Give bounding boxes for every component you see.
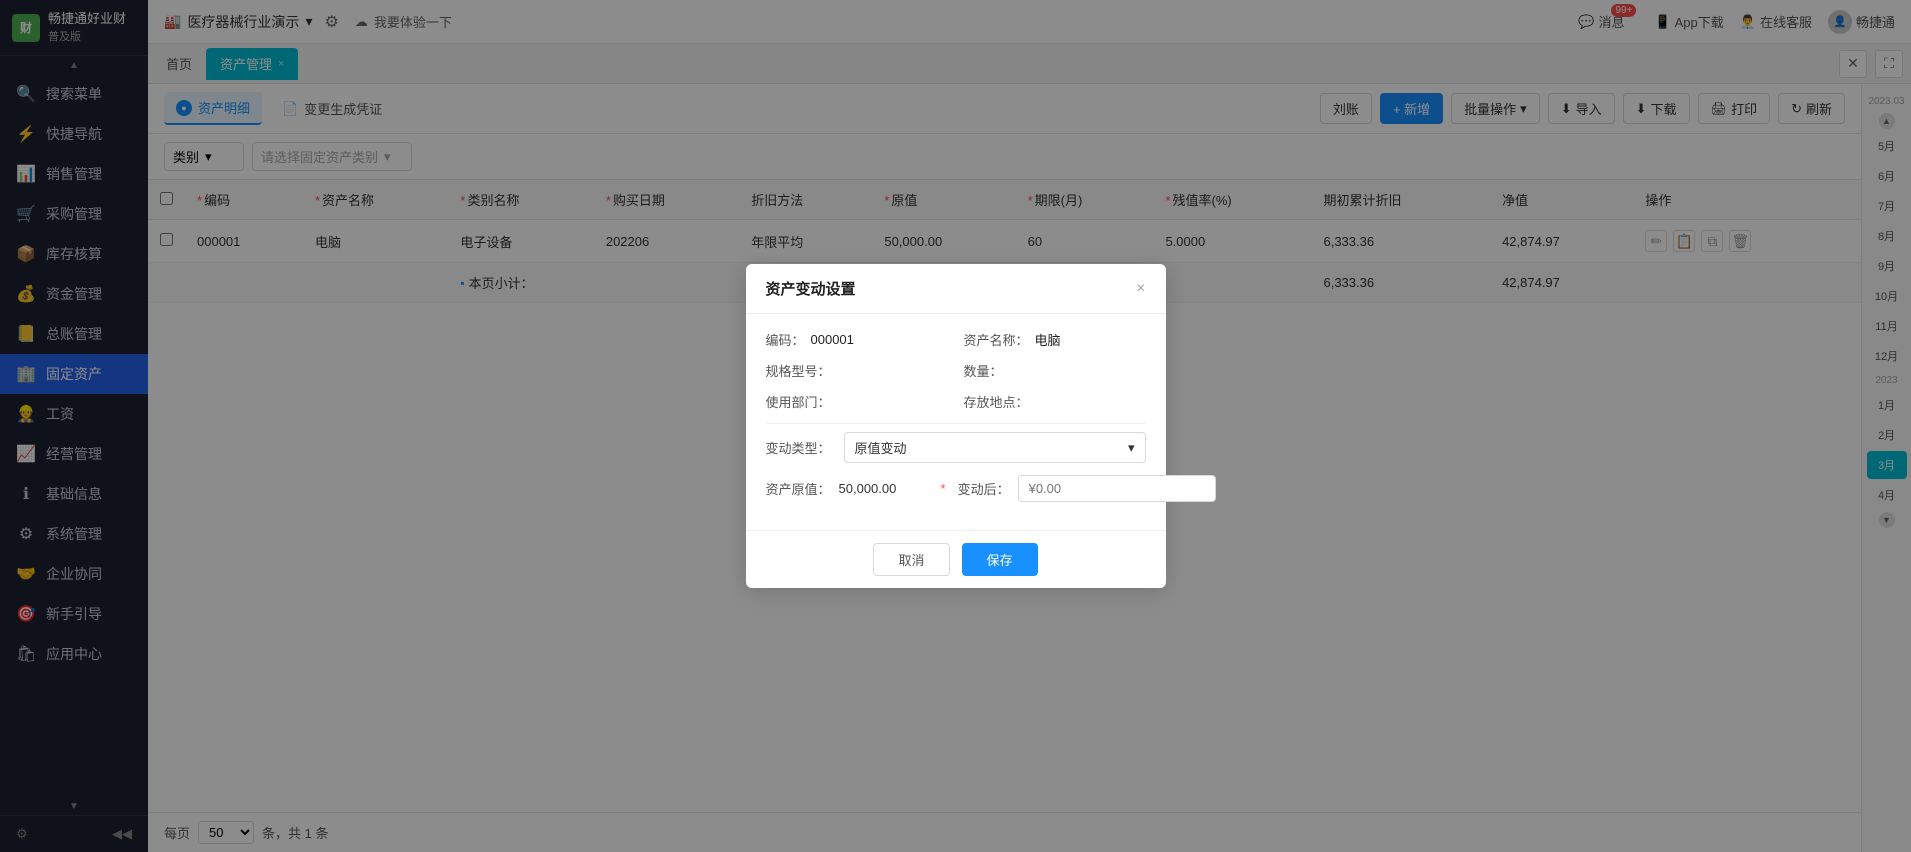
asset-value-label: 资产原值： <box>766 479 831 498</box>
spec-label: 规格型号： <box>766 361 831 380</box>
modal-row-2: 规格型号： 数量： <box>766 361 1146 380</box>
location-label: 存放地点： <box>964 392 1029 411</box>
after-label: 变动后： <box>958 479 1010 498</box>
change-type-value: 原值变动 <box>855 438 907 457</box>
code-value: 000001 <box>811 332 854 347</box>
modal-row-3: 使用部门： 存放地点： <box>766 392 1146 411</box>
required-star: * <box>941 481 946 496</box>
modal-field-qty: 数量： <box>964 361 1146 380</box>
modal-divider <box>766 423 1146 424</box>
modal-header: 资产变动设置 × <box>746 264 1166 314</box>
modal-save-btn[interactable]: 保存 <box>962 543 1038 576</box>
after-value-input[interactable] <box>1018 475 1216 502</box>
asset-change-modal: 资产变动设置 × 编码： 000001 资产名称： 电脑 <box>746 264 1166 588</box>
modal-change-type-row: 变动类型： 原值变动 ▾ <box>766 432 1146 463</box>
modal-title: 资产变动设置 <box>766 278 856 299</box>
assetname-label: 资产名称： <box>964 330 1029 349</box>
modal-value-row: 资产原值： 50,000.00 * 变动后： <box>766 475 1146 502</box>
change-type-label: 变动类型： <box>766 438 836 457</box>
assetname-value: 电脑 <box>1035 330 1061 349</box>
asset-original-value: 50,000.00 <box>839 481 929 496</box>
modal-field-code: 编码： 000001 <box>766 330 948 349</box>
modal-cancel-btn[interactable]: 取消 <box>873 543 949 576</box>
modal-body: 编码： 000001 资产名称： 电脑 规格型号： <box>746 314 1166 530</box>
qty-label: 数量： <box>964 361 1003 380</box>
modal-field-spec: 规格型号： <box>766 361 948 380</box>
modal-close-btn[interactable]: × <box>1136 280 1145 298</box>
code-label: 编码： <box>766 330 805 349</box>
change-type-dropdown-icon: ▾ <box>1128 440 1135 456</box>
change-type-select[interactable]: 原值变动 ▾ <box>844 432 1146 463</box>
modal-row-1: 编码： 000001 资产名称： 电脑 <box>766 330 1146 349</box>
dept-label: 使用部门： <box>766 392 831 411</box>
modal-field-assetname: 资产名称： 电脑 <box>964 330 1146 349</box>
modal-field-location: 存放地点： <box>964 392 1146 411</box>
modal-footer: 取消 保存 <box>746 530 1166 588</box>
modal-overlay: 资产变动设置 × 编码： 000001 资产名称： 电脑 <box>0 0 1911 852</box>
modal-field-dept: 使用部门： <box>766 392 948 411</box>
